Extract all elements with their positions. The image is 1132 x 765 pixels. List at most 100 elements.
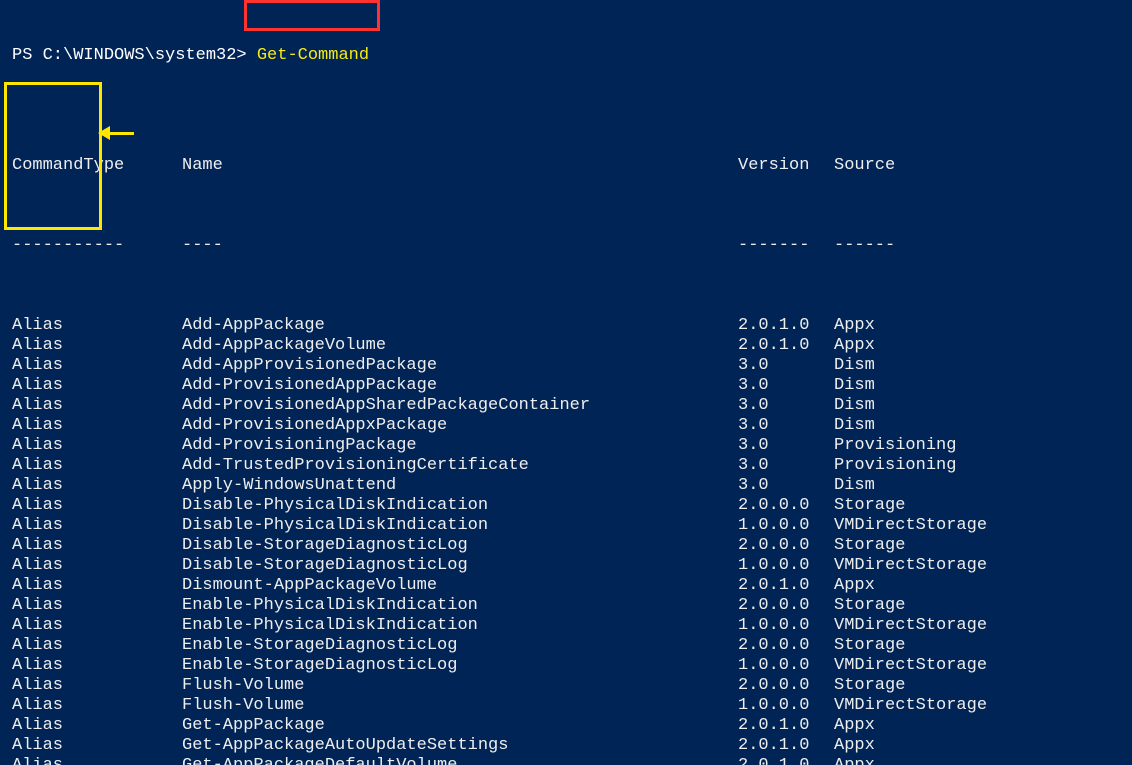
table-row: AliasEnable-StorageDiagnosticLog2.0.0.0S… bbox=[12, 636, 987, 656]
cell-version: 3.0 bbox=[738, 476, 834, 496]
table-row: AliasFlush-Volume1.0.0.0VMDirectStorage bbox=[12, 696, 987, 716]
table-row: AliasDisable-PhysicalDiskIndication1.0.0… bbox=[12, 516, 987, 536]
table-row: AliasGet-AppPackageAutoUpdateSettings2.0… bbox=[12, 736, 987, 756]
cell-commandtype: Alias bbox=[12, 376, 182, 396]
cell-commandtype: Alias bbox=[12, 676, 182, 696]
cell-commandtype: Alias bbox=[12, 396, 182, 416]
cell-commandtype: Alias bbox=[12, 336, 182, 356]
cell-version: 1.0.0.0 bbox=[738, 656, 834, 676]
terminal-output[interactable]: PS C:\WINDOWS\system32> Get-Command Comm… bbox=[12, 6, 987, 765]
cell-version: 2.0.0.0 bbox=[738, 636, 834, 656]
header-source: Source bbox=[834, 156, 895, 176]
cell-version: 2.0.0.0 bbox=[738, 596, 834, 616]
cell-version: 3.0 bbox=[738, 416, 834, 436]
table-row: AliasGet-AppPackageDefaultVolume2.0.1.0A… bbox=[12, 756, 987, 765]
cell-name: Enable-PhysicalDiskIndication bbox=[182, 616, 738, 636]
cell-version: 2.0.0.0 bbox=[738, 496, 834, 516]
cell-source: Storage bbox=[834, 636, 905, 656]
cell-commandtype: Alias bbox=[12, 496, 182, 516]
cell-source: Dism bbox=[834, 376, 875, 396]
cell-source: Dism bbox=[834, 476, 875, 496]
table-row: AliasEnable-PhysicalDiskIndication2.0.0.… bbox=[12, 596, 987, 616]
cell-name: Enable-StorageDiagnosticLog bbox=[182, 656, 738, 676]
cell-source: Provisioning bbox=[834, 456, 956, 476]
table-row: AliasEnable-PhysicalDiskIndication1.0.0.… bbox=[12, 616, 987, 636]
cell-commandtype: Alias bbox=[12, 556, 182, 576]
table-row: AliasGet-AppPackage2.0.1.0Appx bbox=[12, 716, 987, 736]
table-row: AliasAdd-AppPackageVolume2.0.1.0Appx bbox=[12, 336, 987, 356]
cell-version: 3.0 bbox=[738, 396, 834, 416]
cell-name: Apply-WindowsUnattend bbox=[182, 476, 738, 496]
cell-name: Add-ProvisioningPackage bbox=[182, 436, 738, 456]
cell-version: 1.0.0.0 bbox=[738, 556, 834, 576]
cell-version: 1.0.0.0 bbox=[738, 516, 834, 536]
cell-name: Add-ProvisionedAppPackage bbox=[182, 376, 738, 396]
cell-name: Disable-PhysicalDiskIndication bbox=[182, 516, 738, 536]
cell-source: Storage bbox=[834, 596, 905, 616]
cell-commandtype: Alias bbox=[12, 716, 182, 736]
cell-name: Disable-PhysicalDiskIndication bbox=[182, 496, 738, 516]
cell-source: Appx bbox=[834, 716, 875, 736]
cell-commandtype: Alias bbox=[12, 516, 182, 536]
table-row: AliasApply-WindowsUnattend3.0Dism bbox=[12, 476, 987, 496]
cell-name: Add-AppProvisionedPackage bbox=[182, 356, 738, 376]
table-row: AliasFlush-Volume2.0.0.0Storage bbox=[12, 676, 987, 696]
cell-version: 2.0.1.0 bbox=[738, 316, 834, 336]
cell-source: Provisioning bbox=[834, 436, 956, 456]
cell-name: Flush-Volume bbox=[182, 676, 738, 696]
annotation-yellow-box bbox=[4, 82, 102, 230]
cell-commandtype: Alias bbox=[12, 696, 182, 716]
cell-commandtype: Alias bbox=[12, 536, 182, 556]
cell-version: 1.0.0.0 bbox=[738, 616, 834, 636]
cell-version: 3.0 bbox=[738, 456, 834, 476]
cell-name: Get-AppPackageDefaultVolume bbox=[182, 756, 738, 765]
table-row: AliasAdd-ProvisioningPackage3.0Provision… bbox=[12, 436, 987, 456]
arrow-shaft-icon bbox=[110, 132, 134, 135]
table-separator: ---------------------------- bbox=[12, 236, 987, 256]
cell-source: Appx bbox=[834, 316, 875, 336]
cell-name: Add-AppPackageVolume bbox=[182, 336, 738, 356]
cell-source: VMDirectStorage bbox=[834, 656, 987, 676]
cell-source: VMDirectStorage bbox=[834, 516, 987, 536]
table-row: AliasAdd-AppPackage2.0.1.0Appx bbox=[12, 316, 987, 336]
cell-name: Disable-StorageDiagnosticLog bbox=[182, 556, 738, 576]
cell-version: 3.0 bbox=[738, 436, 834, 456]
cell-source: Storage bbox=[834, 536, 905, 556]
table-row: AliasDisable-PhysicalDiskIndication2.0.0… bbox=[12, 496, 987, 516]
cell-commandtype: Alias bbox=[12, 596, 182, 616]
header-version: Version bbox=[738, 156, 834, 176]
table-row: AliasAdd-ProvisionedAppPackage3.0Dism bbox=[12, 376, 987, 396]
cell-name: Add-AppPackage bbox=[182, 316, 738, 336]
cell-commandtype: Alias bbox=[12, 316, 182, 336]
cell-commandtype: Alias bbox=[12, 476, 182, 496]
arrow-head-icon bbox=[98, 126, 110, 140]
cell-commandtype: Alias bbox=[12, 456, 182, 476]
cell-version: 2.0.0.0 bbox=[738, 676, 834, 696]
cell-commandtype: Alias bbox=[12, 616, 182, 636]
cell-source: Dism bbox=[834, 396, 875, 416]
annotation-arrow-icon bbox=[98, 126, 134, 140]
cell-commandtype: Alias bbox=[12, 416, 182, 436]
cell-source: Dism bbox=[834, 356, 875, 376]
table-header: CommandTypeNameVersionSource bbox=[12, 156, 987, 176]
header-name: Name bbox=[182, 156, 738, 176]
cell-source: Appx bbox=[834, 736, 875, 756]
cell-source: Appx bbox=[834, 336, 875, 356]
cell-name: Flush-Volume bbox=[182, 696, 738, 716]
cell-version: 1.0.0.0 bbox=[738, 696, 834, 716]
table-row: AliasDisable-StorageDiagnosticLog1.0.0.0… bbox=[12, 556, 987, 576]
cell-commandtype: Alias bbox=[12, 636, 182, 656]
cell-commandtype: Alias bbox=[12, 736, 182, 756]
cell-source: Appx bbox=[834, 576, 875, 596]
cell-version: 2.0.1.0 bbox=[738, 756, 834, 765]
cell-name: Enable-PhysicalDiskIndication bbox=[182, 596, 738, 616]
cell-commandtype: Alias bbox=[12, 576, 182, 596]
table-body: AliasAdd-AppPackage2.0.1.0AppxAliasAdd-A… bbox=[12, 316, 987, 765]
table-row: AliasAdd-TrustedProvisioningCertificate3… bbox=[12, 456, 987, 476]
cell-source: Appx bbox=[834, 756, 875, 765]
cell-commandtype: Alias bbox=[12, 356, 182, 376]
cell-name: Get-AppPackageAutoUpdateSettings bbox=[182, 736, 738, 756]
cell-version: 2.0.0.0 bbox=[738, 536, 834, 556]
cell-name: Add-ProvisionedAppSharedPackageContainer bbox=[182, 396, 738, 416]
cell-version: 3.0 bbox=[738, 356, 834, 376]
